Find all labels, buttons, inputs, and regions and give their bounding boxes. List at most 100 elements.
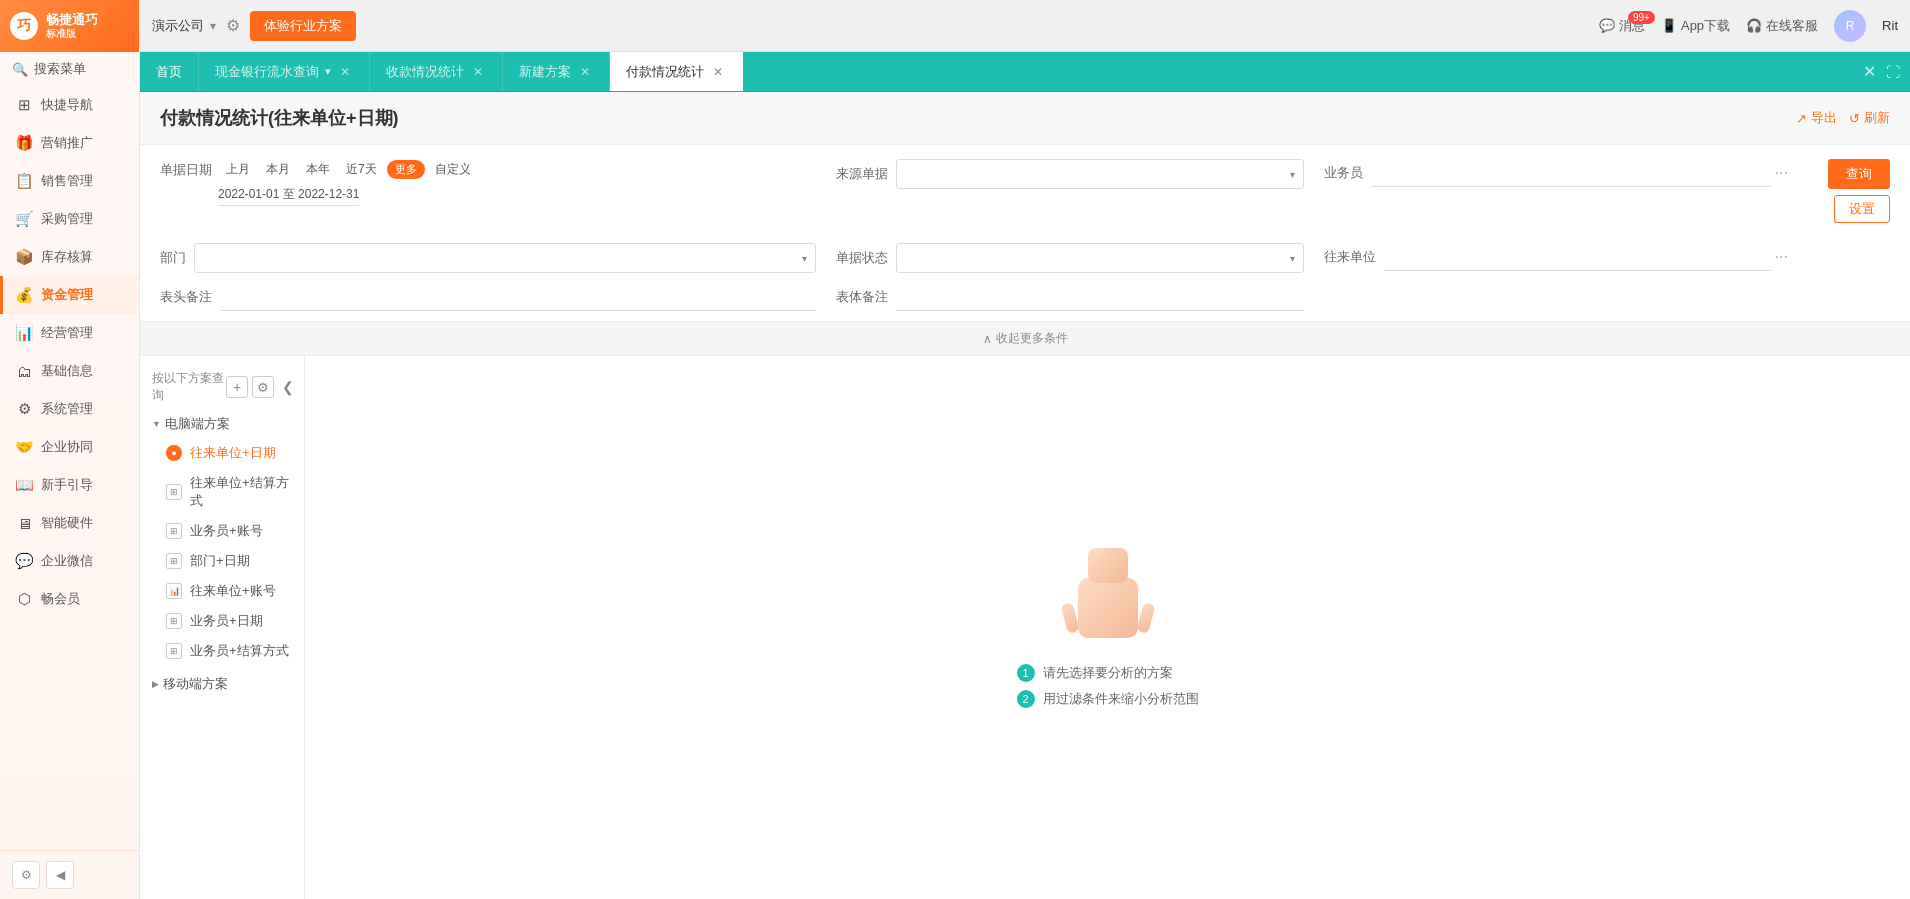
sidebar-item-sales[interactable]: 📋 销售管理 <box>0 162 139 200</box>
user-name[interactable]: Rit <box>1882 18 1898 33</box>
sidebar-collapse-btn[interactable]: ◀ <box>46 861 74 889</box>
sales-icon: 📋 <box>15 172 33 190</box>
date-this-year-btn[interactable]: 本年 <box>300 159 336 180</box>
tabbar-close-all-icon[interactable]: ✕ <box>1863 62 1876 81</box>
scheme-item-salesperson-date-label: 业务员+日期 <box>190 612 263 630</box>
date-custom-btn[interactable]: 自定义 <box>429 159 477 180</box>
salesperson-dots-icon[interactable]: ··· <box>1771 164 1792 182</box>
scheme-item-partner-date[interactable]: ● 往来单位+日期 <box>140 438 304 468</box>
sidebar-item-basic-info[interactable]: 🗂 基础信息 <box>0 352 139 390</box>
sidebar-item-inventory[interactable]: 📦 库存核算 <box>0 238 139 276</box>
sidebar-item-tutorial[interactable]: 📖 新手引导 <box>0 466 139 504</box>
header-note-input[interactable] <box>220 283 816 311</box>
sidebar-item-purchase-label: 采购管理 <box>41 210 93 228</box>
source-doc-select[interactable]: ▾ <box>896 159 1304 189</box>
sidebar-item-collab[interactable]: 🤝 企业协同 <box>0 428 139 466</box>
date-more-btn[interactable]: 更多 <box>387 160 425 179</box>
body-note-input[interactable] <box>896 283 1304 311</box>
topbar-chevron-icon[interactable]: ▾ <box>210 19 216 33</box>
scheme-collapse-btn[interactable]: ❮ <box>278 379 294 395</box>
robot-head <box>1088 548 1128 583</box>
scheme-toolbar: + ⚙ ❮ <box>226 376 294 398</box>
scheme-desktop-expand-icon: ▼ <box>152 419 161 429</box>
sidebar-settings-btn[interactable]: ⚙ <box>12 861 40 889</box>
quick-nav-icon: ⊞ <box>15 96 33 114</box>
tab-new-scheme[interactable]: 新建方案 ✕ <box>503 52 610 91</box>
scheme-item-grid-icon-2: ⊞ <box>166 523 182 539</box>
vip-icon: ⬡ <box>15 590 33 608</box>
scheme-item-salesperson-account[interactable]: ⊞ 业务员+账号 <box>140 516 304 546</box>
sidebar-item-purchase[interactable]: 🛒 采购管理 <box>0 200 139 238</box>
scheme-desktop-label: 电脑端方案 <box>165 415 230 433</box>
app-logo: 巧 <box>10 12 38 40</box>
date-this-month-btn[interactable]: 本月 <box>260 159 296 180</box>
avatar-initial: R <box>1846 19 1855 33</box>
tab-bank-flow-close-icon[interactable]: ✕ <box>337 64 353 80</box>
scheme-gear-btn[interactable]: ⚙ <box>252 376 274 398</box>
online-service-label: 在线客服 <box>1766 17 1818 35</box>
partner-input[interactable] <box>1384 243 1771 271</box>
sidebar-item-sys-admin[interactable]: ⚙ 系统管理 <box>0 390 139 428</box>
export-button[interactable]: ↗ 导出 <box>1796 109 1837 127</box>
scheme-item-grid-icon-1: ⊞ <box>166 484 182 500</box>
scheme-item-dept-date[interactable]: ⊞ 部门+日期 <box>140 546 304 576</box>
robot-arm-right <box>1136 601 1155 633</box>
collapse-text: ∧ 收起更多条件 <box>983 330 1068 347</box>
source-doc-arrow-icon: ▾ <box>1290 169 1295 180</box>
tab-receivable-stats[interactable]: 收款情况统计 ✕ <box>370 52 503 91</box>
sidebar-item-finance[interactable]: 💰 资金管理 <box>0 276 139 314</box>
query-button[interactable]: 查询 <box>1828 159 1890 189</box>
scheme-add-btn[interactable]: + <box>226 376 248 398</box>
empty-hint-2: 2 用过滤条件来缩小分析范围 <box>1017 690 1199 708</box>
body-note-label: 表体备注 <box>836 288 888 306</box>
tabbar-expand-icon[interactable]: ⛶ <box>1886 64 1900 80</box>
scheme-item-partner-account[interactable]: 📊 往来单位+账号 <box>140 576 304 606</box>
tab-bank-flow-label: 现金银行流水查询 <box>215 63 319 81</box>
sidebar-item-operations[interactable]: 📊 经营管理 <box>0 314 139 352</box>
dept-select[interactable]: ▾ <box>194 243 816 273</box>
salesperson-input[interactable] <box>1371 159 1771 187</box>
online-service-btn[interactable]: 🎧 在线客服 <box>1746 17 1818 35</box>
collapse-conditions-btn[interactable]: ∧ 收起更多条件 <box>140 321 1910 355</box>
tab-receivable-stats-close-icon[interactable]: ✕ <box>470 64 486 80</box>
date-7days-btn[interactable]: 近7天 <box>340 159 383 180</box>
filter-row-2: 部门 ▾ 单据状态 ▾ <box>160 243 1890 283</box>
sidebar-item-quick-nav[interactable]: ⊞ 快捷导航 <box>0 86 139 124</box>
sidebar: 巧 畅捷通巧 标准版 🔍 搜索菜单 ⊞ 快捷导航 🎁 营销推广 📋 销售管理 🛒… <box>0 0 140 899</box>
sidebar-item-tutorial-label: 新手引导 <box>41 476 93 494</box>
trial-scheme-button[interactable]: 体验行业方案 <box>250 11 356 41</box>
scheme-mobile-group-header[interactable]: ▶ 移动端方案 <box>140 670 304 698</box>
app-download-btn[interactable]: 📱 App下载 <box>1661 17 1730 35</box>
tab-bank-flow[interactable]: 现金银行流水查询 ▾ ✕ <box>199 52 370 91</box>
page-header: 付款情况统计(往来单位+日期) ↗ 导出 ↺ 刷新 <box>140 92 1910 145</box>
scheme-item-salesperson-date[interactable]: ⊞ 业务员+日期 <box>140 606 304 636</box>
scheme-item-partner-settle[interactable]: ⊞ 往来单位+结算方式 <box>140 468 304 516</box>
hint-num-1: 1 <box>1017 664 1035 682</box>
tab-payment-stats[interactable]: 付款情况统计 ✕ <box>610 52 743 91</box>
partner-dots-icon[interactable]: ··· <box>1771 248 1792 266</box>
brand-name: 畅捷通巧 <box>46 12 98 28</box>
scheme-desktop-group: ▼ 电脑端方案 ● 往来单位+日期 ⊞ 往来单位+结算方式 ⊞ 业务员+账号 <box>140 410 304 666</box>
user-avatar[interactable]: R <box>1834 10 1866 42</box>
topbar-message-btn[interactable]: 💬 消息 99+ <box>1599 17 1645 35</box>
scheme-desktop-group-header[interactable]: ▼ 电脑端方案 <box>140 410 304 438</box>
sidebar-item-marketing[interactable]: 🎁 营销推广 <box>0 124 139 162</box>
sidebar-item-vip[interactable]: ⬡ 畅会员 <box>0 580 139 618</box>
finance-icon: 💰 <box>15 286 33 304</box>
scheme-item-partner-date-label: 往来单位+日期 <box>190 444 276 462</box>
tab-home[interactable]: 首页 <box>140 52 199 91</box>
sidebar-item-basic-info-label: 基础信息 <box>41 362 93 380</box>
scheme-item-salesperson-settle[interactable]: ⊞ 业务员+结算方式 <box>140 636 304 666</box>
search-menu-item[interactable]: 🔍 搜索菜单 <box>0 52 139 86</box>
date-last-month-btn[interactable]: 上月 <box>220 159 256 180</box>
tab-payment-stats-close-icon[interactable]: ✕ <box>710 64 726 80</box>
sidebar-item-wechat[interactable]: 💬 企业微信 <box>0 542 139 580</box>
sidebar-item-smart-hw[interactable]: 🖥 智能硬件 <box>0 504 139 542</box>
doc-status-select[interactable]: ▾ <box>896 243 1304 273</box>
refresh-button[interactable]: ↺ 刷新 <box>1849 109 1890 127</box>
topbar-gear-icon[interactable]: ⚙ <box>226 16 240 35</box>
export-label: 导出 <box>1811 109 1837 127</box>
settings-button[interactable]: 设置 <box>1834 195 1890 223</box>
sidebar-item-operations-label: 经营管理 <box>41 324 93 342</box>
tab-new-scheme-close-icon[interactable]: ✕ <box>577 64 593 80</box>
